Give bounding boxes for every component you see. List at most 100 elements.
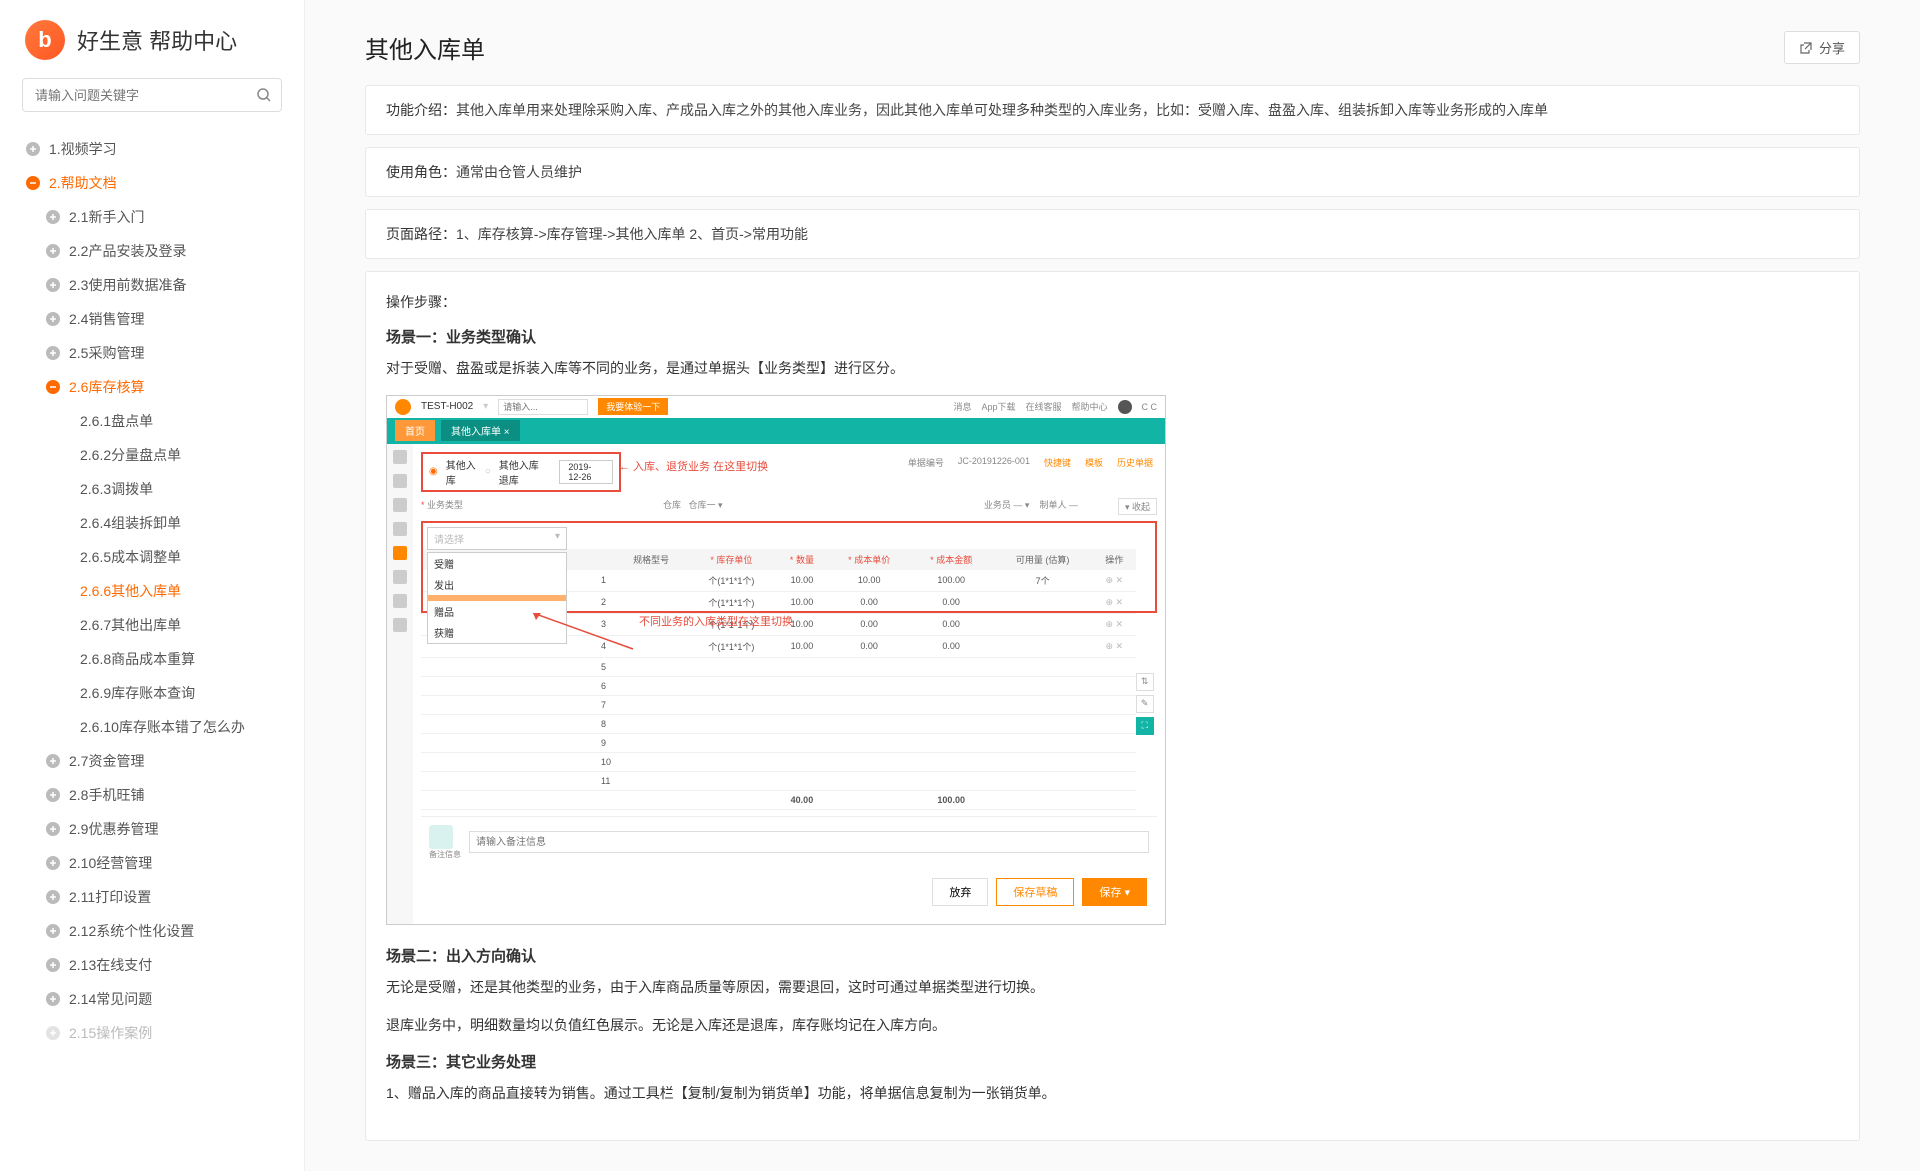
shot-main: ◉其他入库 ○其他入库退库 2019-12-26 ← 入库、退货业务 在这里切换… xyxy=(413,444,1165,924)
share-button[interactable]: 分享 xyxy=(1784,31,1860,64)
nav-tree: 1.视频学习 2.帮助文档 2.1新手入门 2.2产品安装及登录 2.3使用前数… xyxy=(0,127,304,1055)
shot-help: 帮助中心 xyxy=(1071,400,1107,413)
role-text: 通常由仓管人员维护 xyxy=(456,164,582,180)
nav-label: 2.6库存核算 xyxy=(69,377,144,397)
nav-24[interactable]: 2.4销售管理 xyxy=(0,302,304,336)
nav-214[interactable]: 2.14常见问题 xyxy=(0,982,304,1016)
sb-icon-active xyxy=(393,546,407,560)
nav-262[interactable]: 2.6.2分量盘点单 xyxy=(0,438,304,472)
biztype-dropdown-box: 请选择 ▾ 受赠 发出 赠品 获赠 xyxy=(421,521,1157,613)
nav-label: 2.15操作案例 xyxy=(69,1023,152,1043)
sb-icon xyxy=(393,474,407,488)
bizperson: 业务员 xyxy=(984,500,1011,510)
date-field: 2019-12-26 xyxy=(559,460,613,484)
nav-label: 2.14常见问题 xyxy=(69,989,152,1009)
screenshot-figure: TEST-H002 ▾ 我要体验一下 消息 App下载 在线客服 帮助中心 C … xyxy=(386,395,1166,925)
nav-265[interactable]: 2.6.5成本调整单 xyxy=(0,540,304,574)
steps-label: 操作步骤： xyxy=(386,292,1839,312)
intro-text: 其他入库单用来处理除采购入库、产成品入库之外的其他入库业务，因此其他入库单可处理… xyxy=(456,102,1548,118)
search-input[interactable] xyxy=(22,78,282,112)
content-box: 操作步骤： 场景一：业务类型确认 对于受赠、盘盈或是拆装入库等不同的业务，是通过… xyxy=(365,271,1860,1141)
side-tools: ⇅ ✎ ⛶ xyxy=(1136,613,1157,810)
shot-user: C C xyxy=(1142,402,1158,412)
nav-label: 2.12系统个性化设置 xyxy=(69,921,194,941)
remark-input xyxy=(469,831,1149,853)
nav-help-docs[interactable]: 2.帮助文档 xyxy=(0,166,304,200)
scene1-title: 场景一：业务类型确认 xyxy=(386,326,1839,347)
shot-sidebar xyxy=(387,444,413,924)
sb-icon xyxy=(393,570,407,584)
nav-label: 1.视频学习 xyxy=(49,139,117,159)
annotation-2: 不同业务的入库类型在这里切换 xyxy=(639,613,793,629)
sb-icon xyxy=(393,594,407,608)
nav-label: 2.1新手入门 xyxy=(69,207,144,227)
nav-28[interactable]: 2.8手机旺铺 xyxy=(0,778,304,812)
main-content: 其他入库单 分享 功能介绍：其他入库单用来处理除采购入库、产成品入库之外的其他入… xyxy=(305,0,1920,1171)
nav-269[interactable]: 2.6.9库存账本查询 xyxy=(0,676,304,710)
nav-211[interactable]: 2.11打印设置 xyxy=(0,880,304,914)
tool-icon: ⇅ xyxy=(1136,673,1154,691)
shot-search xyxy=(498,399,588,415)
nav-label: 2.6.10库存账本错了怎么办 xyxy=(80,717,245,737)
nav-label: 2.6.1盘点单 xyxy=(80,411,153,431)
nav-213[interactable]: 2.13在线支付 xyxy=(0,948,304,982)
avatar-icon xyxy=(1118,400,1132,414)
scene2-text2: 退库业务中，明细数量均以负值红色展示。无论是入库还是退库，库存账均记在入库方向。 xyxy=(386,1014,1839,1038)
nav-215[interactable]: 2.15操作案例 xyxy=(0,1016,304,1050)
nav-label: 2.6.3调拨单 xyxy=(80,479,153,499)
nav-21[interactable]: 2.1新手入门 xyxy=(0,200,304,234)
nav-label: 2.13在线支付 xyxy=(69,955,152,975)
nav-label: 2.11打印设置 xyxy=(69,887,151,907)
shot-cs: 在线客服 xyxy=(1025,400,1061,413)
nav-label: 2.10经营管理 xyxy=(69,853,152,873)
nav-label: 2.3使用前数据准备 xyxy=(69,275,186,295)
nav-23[interactable]: 2.3使用前数据准备 xyxy=(0,268,304,302)
scene2-title: 场景二：出入方向确认 xyxy=(386,945,1839,966)
nav-label: 2.4销售管理 xyxy=(69,309,144,329)
intro-label: 功能介绍： xyxy=(386,102,456,118)
radio-out: 其他入库退库 xyxy=(499,457,546,487)
role-box: 使用角色：通常由仓管人员维护 xyxy=(365,147,1860,197)
page-header: 其他入库单 分享 xyxy=(365,30,1860,65)
nav-27[interactable]: 2.7资金管理 xyxy=(0,744,304,778)
nav-25[interactable]: 2.5采购管理 xyxy=(0,336,304,370)
nav-29[interactable]: 2.9优惠券管理 xyxy=(0,812,304,846)
role-label: 使用角色： xyxy=(386,164,456,180)
nav-label: 2.6.5成本调整单 xyxy=(80,547,181,567)
nav-label: 2.6.8商品成本重算 xyxy=(80,649,195,669)
shot-body: ◉其他入库 ○其他入库退库 2019-12-26 ← 入库、退货业务 在这里切换… xyxy=(387,444,1165,924)
nav-2610[interactable]: 2.6.10库存账本错了怎么办 xyxy=(0,710,304,744)
nav-212[interactable]: 2.12系统个性化设置 xyxy=(0,914,304,948)
page-title: 其他入库单 xyxy=(365,30,485,65)
brand-text: 好生意 帮助中心 xyxy=(77,24,237,56)
nav-22[interactable]: 2.2产品安装及登录 xyxy=(0,234,304,268)
shot-meta: 单据编号 JC-20191226-001 快捷键 模板 历史单据 xyxy=(904,452,1157,477)
shot-app: App下载 xyxy=(981,400,1015,413)
nav-210[interactable]: 2.10经营管理 xyxy=(0,846,304,880)
intro-box: 功能介绍：其他入库单用来处理除采购入库、产成品入库之外的其他入库业务，因此其他入… xyxy=(365,85,1860,135)
nav-261[interactable]: 2.6.1盘点单 xyxy=(0,404,304,438)
shot-top-right: 消息 App下载 在线客服 帮助中心 C C xyxy=(953,400,1157,414)
nav-266[interactable]: 2.6.6其他入库单 xyxy=(0,574,304,608)
dd-opt: 发出 xyxy=(428,574,566,595)
btn-save: 保存 ▾ xyxy=(1082,878,1147,906)
sb-icon xyxy=(393,618,407,632)
nav-268[interactable]: 2.6.8商品成本重算 xyxy=(0,642,304,676)
search-icon[interactable] xyxy=(256,87,272,103)
nav-label: 2.帮助文档 xyxy=(49,173,117,193)
remark-row: 备注信息 xyxy=(421,816,1157,868)
nav-264[interactable]: 2.6.4组装拆卸单 xyxy=(0,506,304,540)
nav-26[interactable]: 2.6库存核算 xyxy=(0,370,304,404)
radio-in: 其他入库 xyxy=(446,457,477,487)
nav-267[interactable]: 2.6.7其他出库单 xyxy=(0,608,304,642)
brand-logo: b xyxy=(25,20,65,60)
nav-label: 2.6.6其他入库单 xyxy=(80,581,181,601)
doc-no: JC-20191226-001 xyxy=(958,456,1030,469)
nav-label: 2.6.7其他出库单 xyxy=(80,615,181,635)
btn-cancel: 放弃 xyxy=(932,878,988,906)
shot-store: TEST-H002 xyxy=(421,401,473,412)
nav-263[interactable]: 2.6.3调拨单 xyxy=(0,472,304,506)
nav-video[interactable]: 1.视频学习 xyxy=(0,132,304,166)
nav-label: 2.5采购管理 xyxy=(69,343,144,363)
tab-home: 首页 xyxy=(395,420,435,441)
